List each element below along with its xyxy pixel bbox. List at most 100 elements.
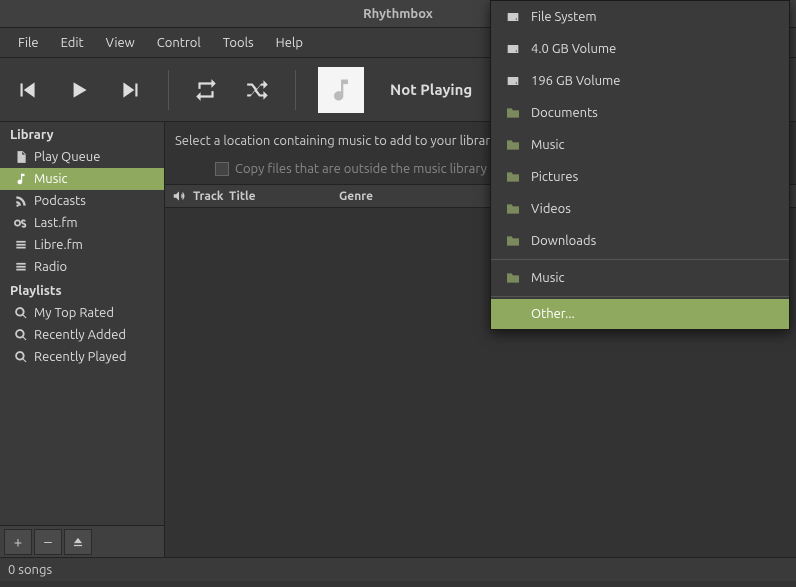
toolbar-divider	[168, 70, 169, 110]
music-note-icon	[327, 76, 355, 104]
dropdown-item-other[interactable]: Other...	[491, 299, 789, 329]
dropdown-item-label: Documents	[531, 106, 598, 120]
dropdown-item-label: File System	[531, 10, 597, 24]
album-art	[318, 67, 364, 113]
sidebar-footer: + –	[0, 525, 164, 557]
dropdown-item-pictures[interactable]: Pictures	[491, 161, 789, 193]
sidebar-item-librefm[interactable]: Libre.fm	[0, 234, 164, 256]
shuffle-icon	[245, 77, 271, 103]
drive-icon	[505, 41, 521, 57]
minus-icon: –	[44, 533, 51, 550]
list-icon	[14, 260, 28, 274]
sidebar-item-lastfm[interactable]: Last.fm	[0, 212, 164, 234]
dropdown-separator	[491, 296, 789, 297]
col-track[interactable]: Track	[193, 190, 229, 203]
add-playlist-button[interactable]: +	[4, 529, 32, 555]
col-genre[interactable]: Genre	[339, 190, 419, 203]
dropdown-item-label: Music	[531, 138, 565, 152]
dropdown-item-music-2[interactable]: Music	[491, 262, 789, 294]
dropdown-separator	[491, 259, 789, 260]
folder-icon	[505, 137, 521, 153]
dropdown-item-label: Downloads	[531, 234, 596, 248]
dropdown-item-filesystem[interactable]: File System	[491, 1, 789, 33]
shuffle-button[interactable]	[243, 75, 273, 105]
skip-forward-icon	[118, 77, 144, 103]
prev-button[interactable]	[12, 75, 42, 105]
remove-playlist-button[interactable]: –	[34, 529, 62, 555]
copy-files-label: Copy files that are outside the music li…	[235, 162, 487, 176]
repeat-icon	[193, 77, 219, 103]
dropdown-item-documents[interactable]: Documents	[491, 97, 789, 129]
menu-control[interactable]: Control	[147, 32, 211, 54]
col-title[interactable]: Title	[229, 190, 339, 203]
eject-icon	[71, 535, 85, 549]
sidebar-item-radio[interactable]: Radio	[0, 256, 164, 278]
sidebar-heading-playlists: Playlists	[0, 278, 164, 302]
folder-icon	[505, 169, 521, 185]
lastfm-icon	[14, 216, 28, 230]
copy-files-checkbox[interactable]	[215, 162, 229, 176]
status-text: 0 songs	[8, 563, 52, 577]
search-icon	[14, 328, 28, 342]
eject-button[interactable]	[64, 529, 92, 555]
sidebar-item-label: Last.fm	[34, 216, 78, 230]
dropdown-item-music[interactable]: Music	[491, 129, 789, 161]
menu-edit[interactable]: Edit	[51, 32, 94, 54]
dropdown-item-label: 4.0 GB Volume	[531, 42, 616, 56]
sidebar-item-podcasts[interactable]: Podcasts	[0, 190, 164, 212]
menu-view[interactable]: View	[96, 32, 145, 54]
dropdown-item-label: Music	[531, 271, 565, 285]
menu-help[interactable]: Help	[266, 32, 313, 54]
list-icon	[14, 238, 28, 252]
rss-icon	[14, 194, 28, 208]
repeat-button[interactable]	[191, 75, 221, 105]
folder-icon	[505, 201, 521, 217]
play-icon	[66, 77, 92, 103]
sidebar-item-label: Recently Added	[34, 328, 126, 342]
dropdown-item-downloads[interactable]: Downloads	[491, 225, 789, 257]
drive-icon	[505, 73, 521, 89]
plus-icon: +	[14, 533, 22, 550]
dropdown-item-label: Other...	[531, 307, 575, 321]
col-playing[interactable]	[165, 189, 193, 203]
sidebar-item-recently-played[interactable]: Recently Played	[0, 346, 164, 368]
now-playing-label: Not Playing	[390, 81, 472, 98]
play-button[interactable]	[64, 75, 94, 105]
sidebar-item-label: Play Queue	[34, 150, 100, 164]
folder-icon	[505, 105, 521, 121]
folder-icon	[505, 270, 521, 286]
sidebar-heading-library: Library	[0, 122, 164, 146]
dropdown-item-label: 196 GB Volume	[531, 74, 620, 88]
speaker-icon	[172, 189, 186, 203]
search-icon	[14, 306, 28, 320]
next-button[interactable]	[116, 75, 146, 105]
music-icon	[14, 172, 28, 186]
dropdown-item-volume-196gb[interactable]: 196 GB Volume	[491, 65, 789, 97]
file-icon	[14, 150, 28, 164]
search-icon	[14, 350, 28, 364]
sidebar-item-play-queue[interactable]: Play Queue	[0, 146, 164, 168]
window-title: Rhythmbox	[363, 7, 433, 21]
sidebar-item-label: Libre.fm	[34, 238, 83, 252]
skip-back-icon	[14, 77, 40, 103]
sidebar-item-label: Podcasts	[34, 194, 86, 208]
location-dropdown: File System 4.0 GB Volume 196 GB Volume …	[490, 0, 790, 330]
drive-icon	[505, 9, 521, 25]
dropdown-item-videos[interactable]: Videos	[491, 193, 789, 225]
sidebar-item-label: Recently Played	[34, 350, 127, 364]
dropdown-item-label: Videos	[531, 202, 571, 216]
sidebar-item-label: My Top Rated	[34, 306, 114, 320]
sidebar-item-top-rated[interactable]: My Top Rated	[0, 302, 164, 324]
sidebar: Library Play Queue Music Podcasts Last.f…	[0, 122, 165, 557]
dropdown-item-label: Pictures	[531, 170, 578, 184]
toolbar-divider	[295, 70, 296, 110]
sidebar-item-label: Music	[34, 172, 68, 186]
sidebar-item-recently-added[interactable]: Recently Added	[0, 324, 164, 346]
dropdown-item-volume-4gb[interactable]: 4.0 GB Volume	[491, 33, 789, 65]
sidebar-item-music[interactable]: Music	[0, 168, 164, 190]
sidebar-item-label: Radio	[34, 260, 67, 274]
menu-file[interactable]: File	[8, 32, 49, 54]
statusbar: 0 songs	[0, 557, 796, 581]
menu-tools[interactable]: Tools	[213, 32, 264, 54]
folder-icon	[505, 233, 521, 249]
